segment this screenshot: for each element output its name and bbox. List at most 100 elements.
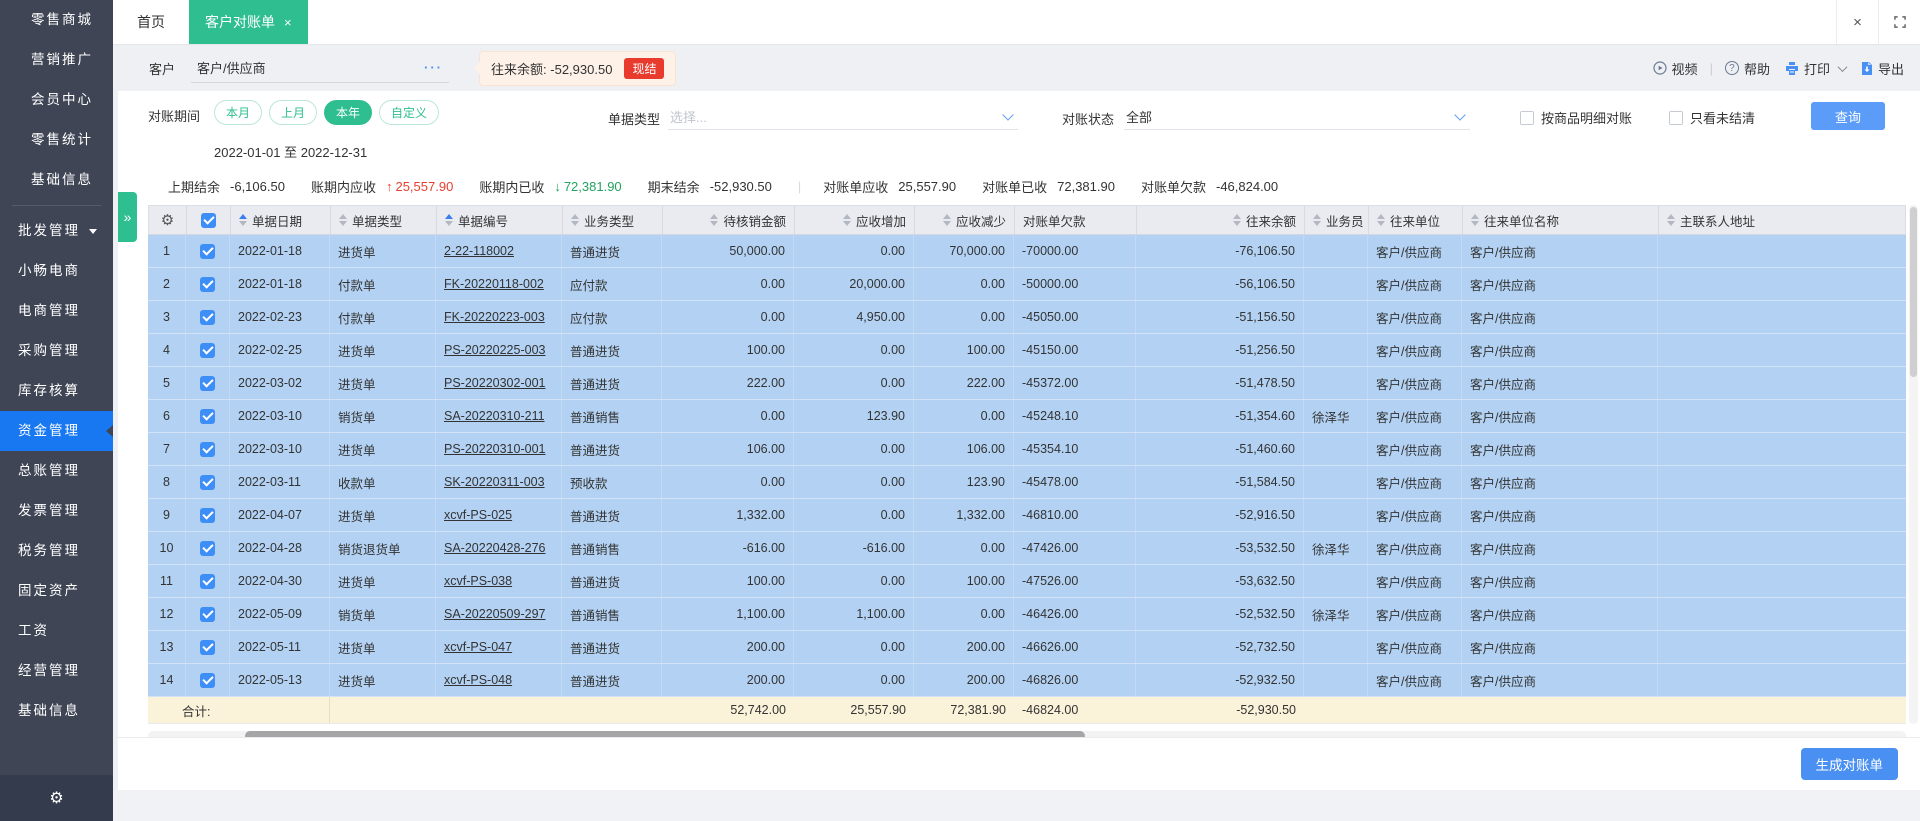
column-header-biz[interactable]: 业务类型 [563,206,663,234]
table-row[interactable]: 14 2022-05-13 进货单 xcvf-PS-048 普通进货 200.00 0.00… [148,664,1906,697]
document-number-link[interactable]: SK-20220311-003 [444,475,545,489]
document-number-link[interactable]: FK-20220118-002 [444,277,544,291]
table-row[interactable]: 1 2022-01-18 进货单 2-22-118002 普通进货 50,000.00 0.… [148,235,1906,268]
column-header-partner_name[interactable]: 往来单位名称 [1463,206,1659,234]
sidebar-item-批发管理[interactable]: 批发管理 [0,211,113,251]
document-number-link[interactable]: SA-20220509-297 [444,607,545,621]
column-header-contact_addr[interactable]: 主联系人地址 [1659,206,1905,234]
status-select[interactable]: 全部 [1124,104,1470,130]
row-checkbox[interactable] [200,375,215,391]
doc-type-select[interactable]: 选择... [668,104,1018,130]
generate-statement-button[interactable]: 生成对账单 [1800,748,1898,780]
sidebar-item-经营管理[interactable]: 经营管理 [0,651,113,691]
row-checkbox[interactable] [200,540,215,556]
search-button[interactable]: 查询 [1811,102,1885,130]
document-number-link[interactable]: FK-20220223-003 [444,310,545,324]
column-header-partner[interactable]: 往来单位 [1369,206,1463,234]
table-row[interactable]: 6 2022-03-10 销货单 SA-20220310-211 普通销售 0.00 123… [148,400,1906,433]
row-checkbox[interactable] [200,408,215,424]
gear-icon[interactable]: ⚙ [161,211,174,229]
row-checkbox[interactable] [200,474,215,490]
row-checkbox[interactable] [200,573,215,589]
checkbox-unsettled-only[interactable]: 只看未结清 [1669,108,1755,127]
document-number-link[interactable]: xcvf-PS-048 [444,673,512,687]
row-checkbox[interactable] [200,309,215,325]
date-range[interactable]: 2022-01-01 至 2022-12-31 [214,142,367,161]
period-pill-自定义[interactable]: 自定义 [379,100,440,125]
chevron-down-icon[interactable] [1837,61,1848,72]
window-close-button[interactable]: × [1836,0,1878,44]
sidebar-item-零售商城[interactable]: 零售商城 [0,0,113,40]
sidebar-item-库存核算[interactable]: 库存核算 [0,371,113,411]
table-row[interactable]: 10 2022-04-28 销货退货单 SA-20220428-276 普通销售 -616… [148,532,1906,565]
tab-close-icon[interactable]: × [284,15,292,30]
sidebar-item-小畅电商[interactable]: 小畅电商 [0,251,113,291]
table-row[interactable]: 5 2022-03-02 进货单 PS-20220302-001 普通进货 222.00 0… [148,367,1906,400]
document-number-link[interactable]: xcvf-PS-025 [444,508,512,522]
sidebar-item-基础信息[interactable]: 基础信息 [0,691,113,731]
sidebar-item-零售统计[interactable]: 零售统计 [0,120,113,160]
document-number-link[interactable]: xcvf-PS-038 [444,574,512,588]
row-checkbox[interactable] [200,342,215,358]
checkbox-icon[interactable] [1520,110,1534,125]
video-button[interactable]: 视频 [1652,59,1698,78]
column-header-dec[interactable]: 应收减少 [915,206,1015,234]
select-all-checkbox[interactable] [201,212,216,228]
column-header-check[interactable] [187,206,231,234]
column-header-owe[interactable]: 对账单欠款 [1015,206,1137,234]
document-number-link[interactable]: 2-22-118002 [444,244,514,258]
sidebar-item-采购管理[interactable]: 采购管理 [0,331,113,371]
column-header-type[interactable]: 单据类型 [331,206,437,234]
document-number-link[interactable]: SA-20220428-276 [444,541,545,555]
column-header-salesman[interactable]: 业务员 [1305,206,1369,234]
sidebar-item-基础信息[interactable]: 基础信息 [0,160,113,200]
period-pill-上月[interactable]: 上月 [269,100,318,125]
tab-customer-statement[interactable]: 客户对账单 × [189,0,308,44]
sidebar-item-固定资产[interactable]: 固定资产 [0,571,113,611]
sidebar-settings-button[interactable]: ⚙ [0,775,113,821]
period-pill-本月[interactable]: 本月 [214,100,263,125]
row-checkbox[interactable] [200,243,215,259]
vertical-scrollbar-thumb[interactable] [1910,207,1917,377]
row-checkbox[interactable] [200,276,215,292]
help-button[interactable]: 帮助 [1724,59,1770,78]
sidebar-item-税务管理[interactable]: 税务管理 [0,531,113,571]
document-number-link[interactable]: SA-20220310-211 [444,409,545,423]
print-button[interactable]: 打印 [1785,59,1848,78]
column-header-pending[interactable]: 待核销金额 [663,206,795,234]
document-number-link[interactable]: PS-20220310-001 [444,442,545,456]
column-header-balance[interactable]: 往来余额 [1137,206,1305,234]
table-row[interactable]: 11 2022-04-30 进货单 xcvf-PS-038 普通进货 100.00 0.00… [148,565,1906,598]
more-options-icon[interactable]: ··· [424,60,443,75]
row-checkbox[interactable] [200,441,215,457]
customer-select-field[interactable]: 客户/供应商 ··· [191,53,450,83]
column-header-no[interactable]: 单据编号 [437,206,563,234]
document-number-link[interactable]: xcvf-PS-047 [444,640,512,654]
row-checkbox[interactable] [200,639,215,655]
table-row[interactable]: 3 2022-02-23 付款单 FK-20220223-003 应付款 0.00 4,95… [148,301,1906,334]
sidebar-item-工资[interactable]: 工资 [0,611,113,651]
column-header-date[interactable]: 单据日期 [231,206,331,234]
document-number-link[interactable]: PS-20220302-001 [444,376,545,390]
vertical-scrollbar[interactable] [1909,205,1918,724]
table-row[interactable]: 12 2022-05-09 销货单 SA-20220509-297 普通销售 1,100.… [148,598,1906,631]
panel-expander-button[interactable]: » [118,192,137,242]
sidebar-item-发票管理[interactable]: 发票管理 [0,491,113,531]
sidebar-item-总账管理[interactable]: 总账管理 [0,451,113,491]
sidebar-item-资金管理[interactable]: 资金管理 [0,411,113,451]
table-row[interactable]: 4 2022-02-25 进货单 PS-20220225-003 普通进货 100.00 0… [148,334,1906,367]
table-row[interactable]: 8 2022-03-11 收款单 SK-20220311-003 预收款 0.00 0.00… [148,466,1906,499]
period-pill-本年[interactable]: 本年 [324,100,373,125]
tab-home[interactable]: 首页 [113,0,189,44]
row-checkbox[interactable] [200,672,215,688]
sidebar-item-电商管理[interactable]: 电商管理 [0,291,113,331]
sidebar-item-会员中心[interactable]: 会员中心 [0,80,113,120]
checkbox-by-item-detail[interactable]: 按商品明细对账 [1520,108,1632,127]
document-number-link[interactable]: PS-20220225-003 [444,343,545,357]
export-button[interactable]: 导出 [1861,59,1904,78]
row-checkbox[interactable] [200,507,215,523]
table-row[interactable]: 13 2022-05-11 进货单 xcvf-PS-047 普通进货 200.00 0.00… [148,631,1906,664]
fullscreen-button[interactable] [1878,0,1920,44]
table-row[interactable]: 2 2022-01-18 付款单 FK-20220118-002 应付款 0.00 20,0… [148,268,1906,301]
table-row[interactable]: 9 2022-04-07 进货单 xcvf-PS-025 普通进货 1,332.00 0.0… [148,499,1906,532]
